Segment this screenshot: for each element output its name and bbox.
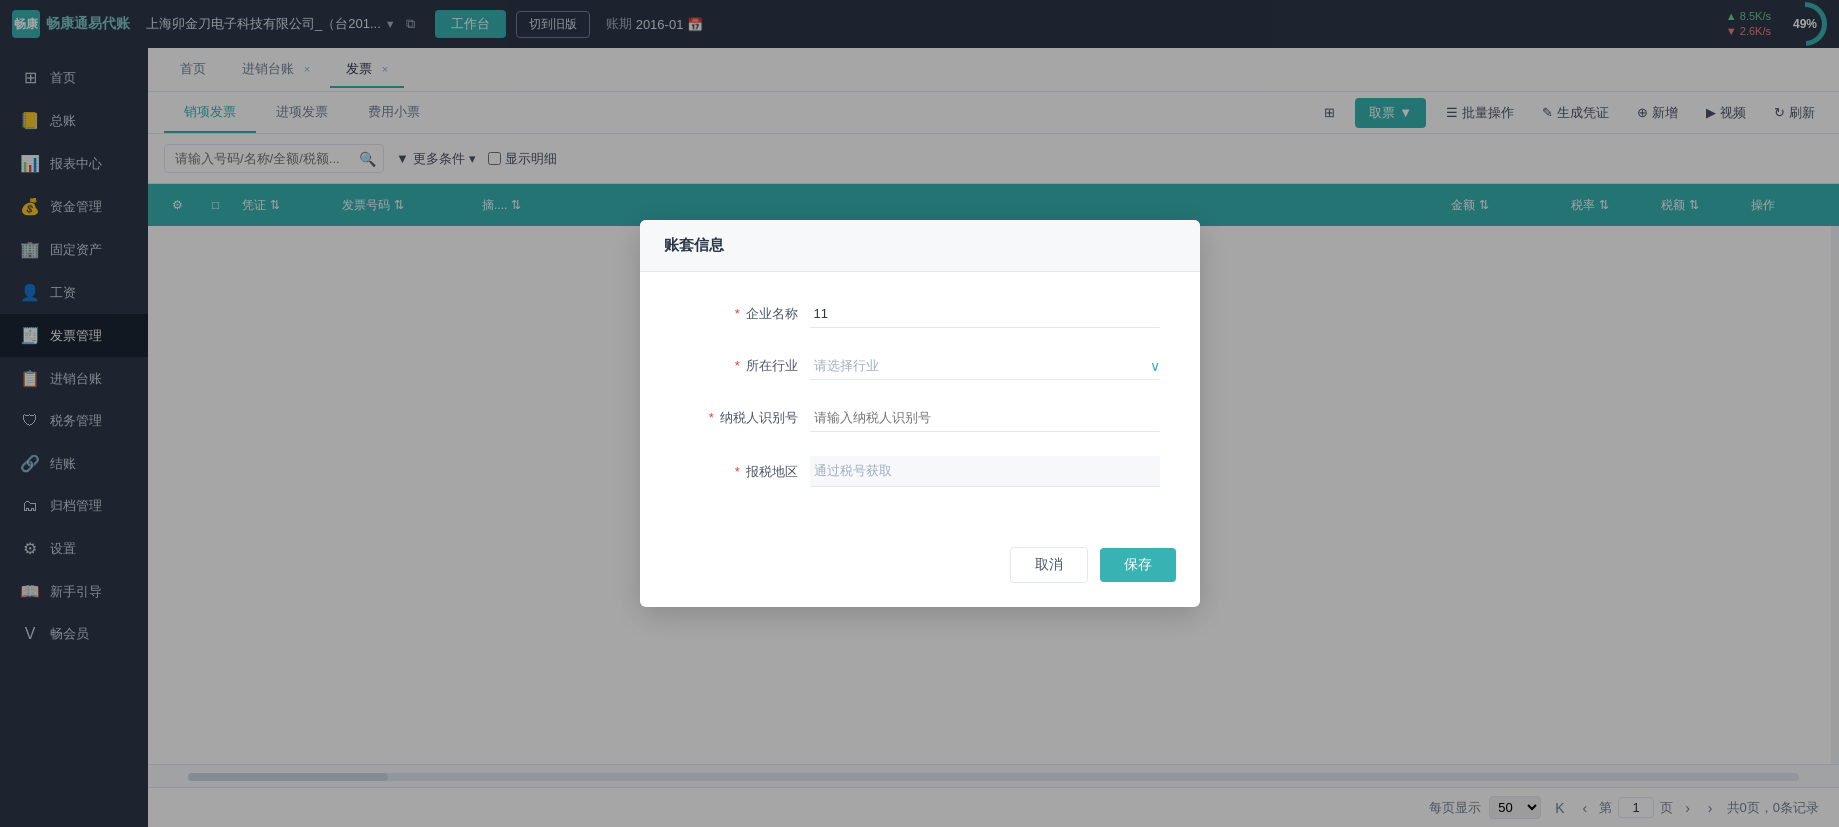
industry-select-wrap: 请选择行业 ∨ [810,352,1160,380]
industry-label: * 所在行业 [680,357,810,375]
company-name-row: * 企业名称 [680,300,1160,328]
tax-id-input[interactable] [810,404,1160,432]
company-name-required: * [735,306,740,321]
tax-region-display: 通过税号获取 [810,456,1160,487]
tax-id-label: * 纳税人识别号 [680,409,810,427]
dialog-body: * 企业名称 * 所在行业 请选择行业 ∨ [640,272,1200,531]
dialog-footer: 取消 保存 [640,531,1200,607]
company-name-label: * 企业名称 [680,305,810,323]
tax-id-row: * 纳税人识别号 [680,404,1160,432]
industry-required: * [735,358,740,373]
account-info-dialog: 账套信息 * 企业名称 * 所在行业 请选择行业 [640,220,1200,607]
tax-region-label: * 报税地区 [680,463,810,481]
company-name-input[interactable] [810,300,1160,328]
cancel-button[interactable]: 取消 [1010,547,1088,583]
industry-select[interactable]: 请选择行业 [810,352,1150,379]
tax-id-required: * [709,410,714,425]
industry-dropdown-arrow: ∨ [1150,358,1160,374]
industry-row: * 所在行业 请选择行业 ∨ [680,352,1160,380]
tax-region-required: * [735,464,740,479]
dialog-title: 账套信息 [640,220,1200,272]
tax-region-row: * 报税地区 通过税号获取 [680,456,1160,487]
save-button[interactable]: 保存 [1100,548,1176,582]
modal-overlay: 账套信息 * 企业名称 * 所在行业 请选择行业 [0,0,1839,827]
